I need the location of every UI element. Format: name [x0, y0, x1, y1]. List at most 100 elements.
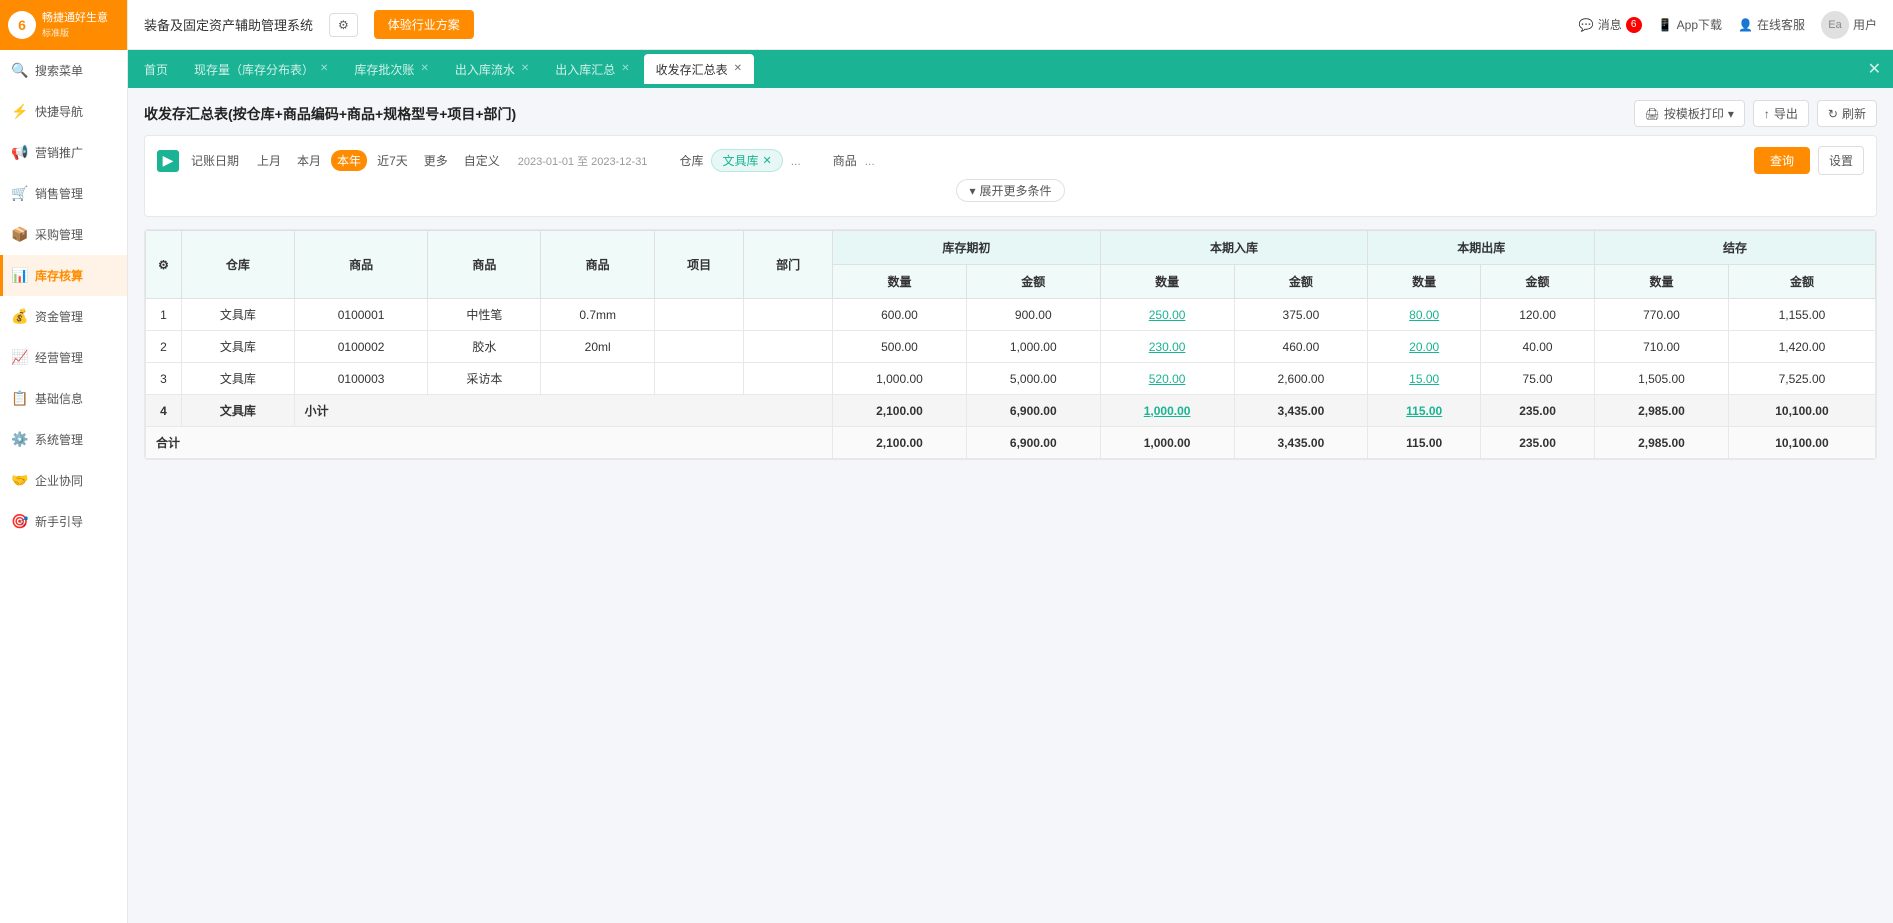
tab-label-stock-dist: 现存量（库存分布表）	[194, 61, 314, 78]
tab-batch-ledger[interactable]: 库存批次账✕	[342, 54, 440, 84]
warehouse-more-btn[interactable]: ...	[791, 154, 801, 168]
tab-close-recv-send-summary[interactable]: ✕	[734, 64, 742, 74]
cell-name-0: 中性笔	[428, 299, 541, 331]
tab-in-out-summary[interactable]: 出入库汇总✕	[543, 54, 641, 84]
tab-close-in-out-flow[interactable]: ✕	[521, 64, 529, 74]
service-item[interactable]: 👤 在线客服	[1738, 16, 1805, 33]
total-label: 合计	[146, 427, 833, 459]
col-code: 商品	[294, 231, 428, 299]
sidebar-item-finance[interactable]: 💰 资金管理	[0, 296, 127, 337]
sidebar-item-guide[interactable]: 🎯 新手引导	[0, 501, 127, 542]
sidebar-item-system[interactable]: ⚙️ 系统管理	[0, 419, 127, 460]
sidebar-item-purchase[interactable]: 📦 采购管理	[0, 214, 127, 255]
tab-home[interactable]: 首页	[132, 54, 180, 84]
cell-in-qty-2[interactable]: 520.00	[1100, 363, 1234, 395]
data-table-wrapper: ⚙ 仓库 商品 商品 商品 项目 部门 库存期初 本期入库 本期出库 结存	[144, 229, 1877, 460]
col-out-qty: 数量	[1368, 265, 1481, 299]
cell-in-qty-0[interactable]: 250.00	[1100, 299, 1234, 331]
col-project: 项目	[655, 231, 744, 299]
main-content: 首页现存量（库存分布表）✕库存批次账✕出入库流水✕出入库汇总✕收发存汇总表✕✕ …	[128, 50, 1893, 923]
cell-warehouse-1: 文具库	[182, 331, 295, 363]
subtotal-out-qty[interactable]: 115.00	[1368, 395, 1481, 427]
sidebar-item-sales[interactable]: 🛒 销售管理	[0, 173, 127, 214]
subtotal-in-qty[interactable]: 1,000.00	[1100, 395, 1234, 427]
cell-out-qty-1[interactable]: 20.00	[1368, 331, 1481, 363]
date-curr-month[interactable]: 本月	[291, 150, 327, 171]
date-7days[interactable]: 近7天	[371, 150, 414, 171]
subtotal-close-qty: 2,985.00	[1595, 395, 1729, 427]
message-item[interactable]: 💬 消息 6	[1579, 16, 1642, 33]
cell-in-qty-1[interactable]: 230.00	[1100, 331, 1234, 363]
date-label: 记账日期	[191, 152, 239, 169]
sidebar-item-search[interactable]: 🔍 搜索菜单	[0, 50, 127, 91]
col-spec: 商品	[541, 231, 655, 299]
warehouse-tag-close[interactable]: ✕	[762, 154, 771, 167]
chevron-down-icon: ▾	[1728, 107, 1734, 121]
filter-toggle-button[interactable]: ▶	[157, 150, 179, 172]
sidebar-label-inventory: 库存核算	[35, 267, 83, 284]
tab-close-batch-ledger[interactable]: ✕	[420, 64, 428, 74]
export-button[interactable]: ↑ 导出	[1753, 100, 1809, 127]
tab-label-in-out-flow: 出入库流水	[455, 61, 515, 78]
page-title: 收发存汇总表(按仓库+商品编码+商品+规格型号+项目+部门)	[144, 104, 516, 124]
sidebar-item-basic[interactable]: 📋 基础信息	[0, 378, 127, 419]
cell-open-amt-0: 900.00	[966, 299, 1100, 331]
filter-setting-button[interactable]: 设置	[1818, 146, 1864, 175]
tab-in-out-flow[interactable]: 出入库流水 ✕	[443, 54, 541, 84]
print-button[interactable]: 🖨 按模板打印 ▾	[1634, 100, 1745, 127]
subtotal-in-amt: 3,435.00	[1234, 395, 1368, 427]
col-open-qty: 数量	[833, 265, 967, 299]
refresh-button[interactable]: ↻ 刷新	[1817, 100, 1877, 127]
tab-stock-dist[interactable]: 现存量（库存分布表） ✕	[182, 54, 340, 84]
inventory-icon: 📊	[11, 267, 29, 284]
quick-nav-icon: ⚡	[11, 103, 29, 120]
expand-more-conditions-button[interactable]: ▾ 展开更多条件	[956, 179, 1064, 202]
tab-close-in-out-summary[interactable]: ✕	[621, 64, 629, 74]
settings-button[interactable]: ⚙	[329, 13, 358, 37]
close-all-tabs-button[interactable]: ✕	[1860, 59, 1889, 79]
product-more-btn[interactable]: ...	[865, 154, 875, 168]
cell-out-qty-0[interactable]: 80.00	[1368, 299, 1481, 331]
cell-index-0: 1	[146, 299, 182, 331]
sidebar-label-business: 经营管理	[35, 349, 83, 366]
col-in-group: 本期入库	[1100, 231, 1368, 265]
experience-button[interactable]: 体验行业方案	[374, 10, 474, 39]
cell-warehouse-2: 文具库	[182, 363, 295, 395]
cell-close-amt-0: 1,155.00	[1728, 299, 1875, 331]
tab-close-stock-dist[interactable]: ✕	[320, 64, 328, 74]
date-custom[interactable]: 自定义	[458, 150, 506, 171]
subtotal-label: 小计	[294, 395, 832, 427]
cell-out-qty-2[interactable]: 15.00	[1368, 363, 1481, 395]
sidebar-label-system: 系统管理	[35, 431, 83, 448]
date-prev-month[interactable]: 上月	[251, 150, 287, 171]
sidebar-item-inventory[interactable]: 📊 库存核算	[0, 255, 127, 296]
total-out-amt: 235.00	[1481, 427, 1595, 459]
sidebar-label-purchase: 采购管理	[35, 226, 83, 243]
total-out-qty: 115.00	[1368, 427, 1481, 459]
col-close-amt: 金额	[1728, 265, 1875, 299]
app-download-item[interactable]: 📱 App下载	[1658, 16, 1722, 33]
cell-name-2: 采访本	[428, 363, 541, 395]
user-label: 用户	[1853, 16, 1877, 33]
sales-icon: 🛒	[11, 185, 29, 202]
cell-out-amt-2: 75.00	[1481, 363, 1595, 395]
date-options: 上月 本月 本年 近7天 更多 自定义	[251, 150, 506, 171]
sidebar-item-quick-nav[interactable]: ⚡ 快捷导航	[0, 91, 127, 132]
table-settings-header[interactable]: ⚙	[146, 231, 182, 299]
filter-actions: 查询 设置	[1754, 146, 1864, 175]
tab-recv-send-summary[interactable]: 收发存汇总表✕	[644, 54, 754, 84]
sidebar-label-quick-nav: 快捷导航	[35, 103, 83, 120]
sidebar-item-business[interactable]: 📈 经营管理	[0, 337, 127, 378]
sidebar-item-marketing[interactable]: 📢 营销推广	[0, 132, 127, 173]
cell-in-amt-1: 460.00	[1234, 331, 1368, 363]
query-button[interactable]: 查询	[1754, 147, 1810, 174]
purchase-icon: 📦	[11, 226, 29, 243]
cell-close-qty-1: 710.00	[1595, 331, 1729, 363]
total-row: 合计 2,100.00 6,900.00 1,000.00 3,435.00 1…	[146, 427, 1876, 459]
service-label: 在线客服	[1757, 16, 1805, 33]
warehouse-tag[interactable]: 文具库 ✕	[711, 149, 782, 172]
date-more[interactable]: 更多	[418, 150, 454, 171]
date-curr-year[interactable]: 本年	[331, 150, 367, 171]
user-item[interactable]: Ea 用户	[1821, 11, 1877, 39]
sidebar-item-collab[interactable]: 🤝 企业协同	[0, 460, 127, 501]
